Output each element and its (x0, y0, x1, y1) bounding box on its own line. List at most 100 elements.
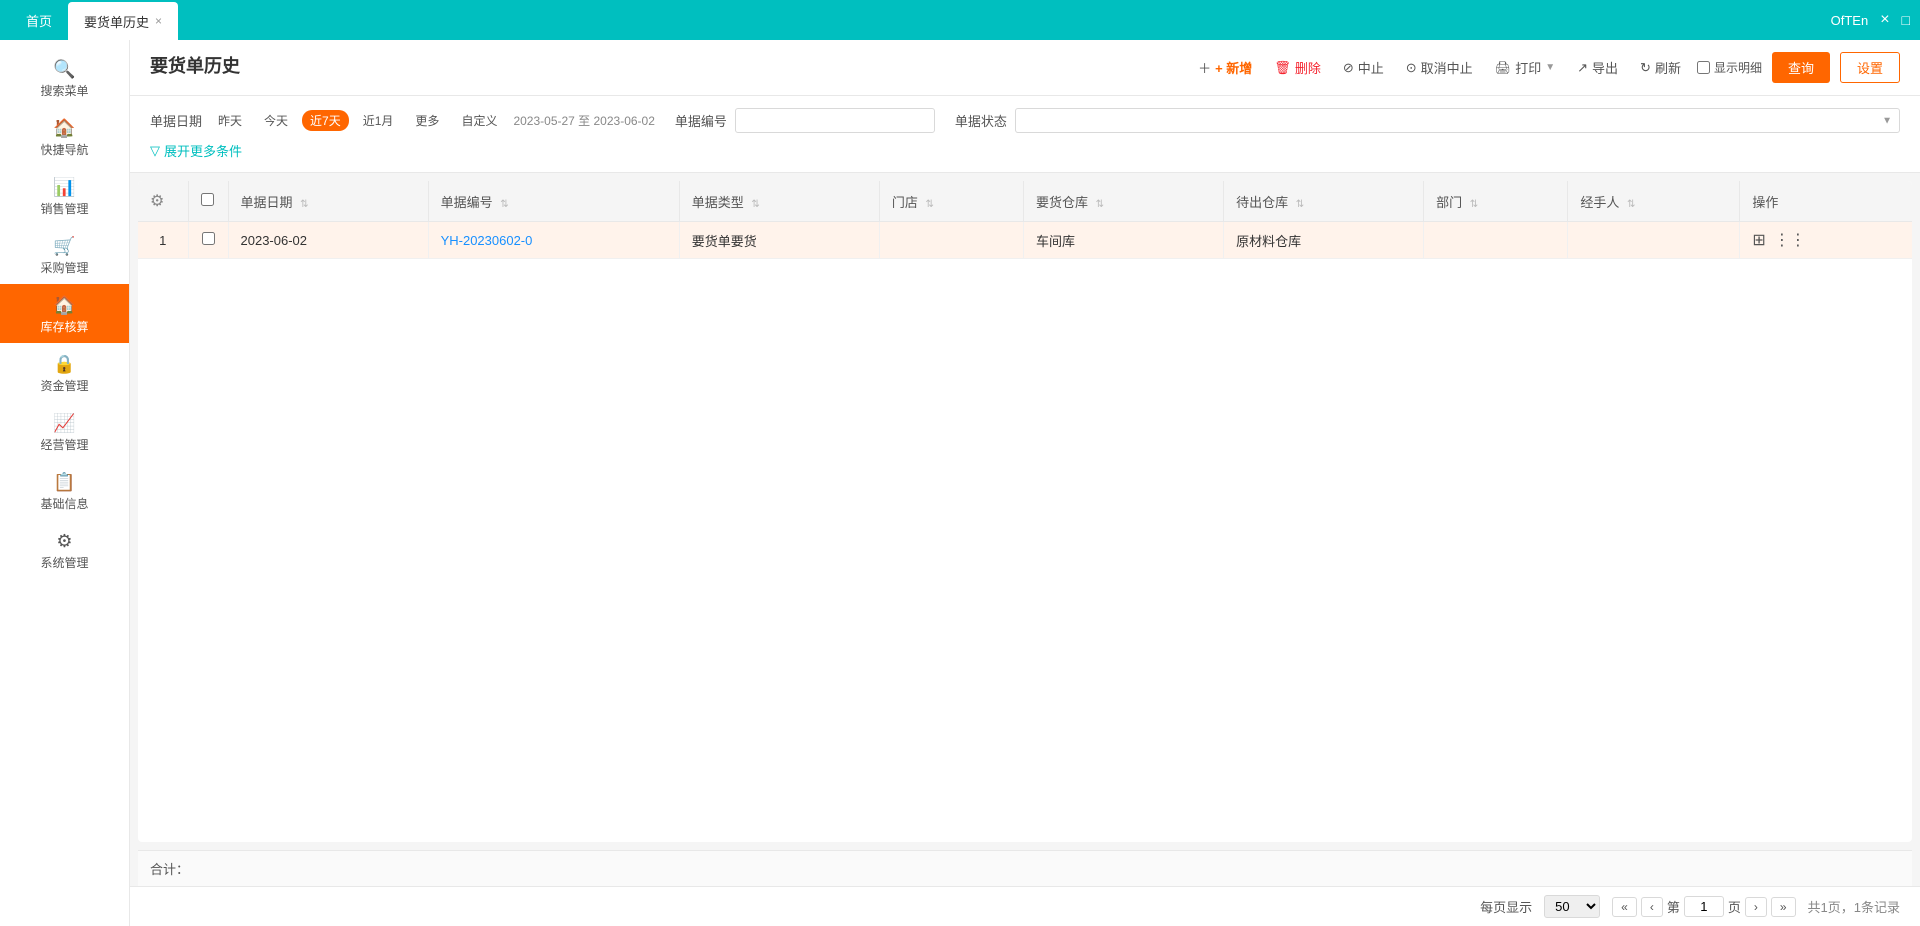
stop-icon: ⊘ (1343, 60, 1354, 76)
table-header-row: ⚙ 单据日期 ⇅ 单据编号 ⇅ (138, 181, 1912, 222)
sidebar-item-basic[interactable]: 📋 基础信息 (0, 461, 129, 520)
sidebar-item-operation[interactable]: 📈 经营管理 (0, 402, 129, 461)
row-checkbox[interactable] (202, 232, 215, 245)
date-btn-today[interactable]: 今天 (256, 110, 296, 131)
page-size-select[interactable]: 10 20 50 100 (1544, 895, 1600, 918)
summary-label: 合计： (150, 859, 189, 878)
cell-checkbox[interactable] (188, 222, 228, 259)
th-doc-date[interactable]: 单据日期 ⇅ (228, 181, 428, 222)
print-dropdown-icon: ▼ (1545, 62, 1555, 73)
th-department[interactable]: 部门 ⇅ (1424, 181, 1568, 222)
next-page-btn[interactable]: › (1745, 897, 1767, 917)
display-detail-input[interactable] (1697, 61, 1710, 74)
sort-icon-store: ⇅ (925, 199, 933, 210)
doc-no-link[interactable]: YH-20230602-0 (441, 233, 533, 248)
cell-store (879, 222, 1023, 259)
prev-page-btn[interactable]: ‹ (1641, 897, 1663, 917)
sidebar-item-shortcut[interactable]: 🏠 快捷导航 (0, 107, 129, 166)
last-page-btn[interactable]: » (1771, 897, 1796, 917)
page-unit-label: 页 (1728, 897, 1741, 916)
status-filter: 单据状态 (955, 108, 1900, 133)
date-filter: 单据日期 昨天 今天 近7天 近1月 更多 自定义 2023-05-27 至 2… (150, 110, 655, 131)
edit-icon[interactable]: ⊞ (1752, 230, 1765, 250)
refresh-button[interactable]: ↻ 刷新 (1634, 54, 1687, 81)
export-icon: ↗ (1577, 60, 1588, 76)
page-nav: « ‹ 第 页 › » (1612, 896, 1795, 917)
cancel-stop-icon: ⊙ (1406, 60, 1417, 76)
print-button[interactable]: 🖨 打印 ▼ (1489, 54, 1561, 81)
sidebar-item-label: 系统管理 (40, 554, 88, 571)
date-btn-1month[interactable]: 近1月 (355, 110, 402, 131)
th-store[interactable]: 门店 ⇅ (879, 181, 1023, 222)
select-all-checkbox[interactable] (201, 193, 214, 206)
sidebar-item-system[interactable]: ⚙ 系统管理 (0, 520, 129, 579)
cell-index: 1 (138, 222, 188, 259)
main-content: 要货单历史 ＋ + 新增 🗑 删除 ⊘ 中止 ⊙ 取消中止 (130, 40, 1920, 926)
cell-req-warehouse: 车间库 (1024, 222, 1224, 259)
export-button[interactable]: ↗ 导出 (1571, 54, 1624, 81)
new-button[interactable]: ＋ + 新增 (1192, 54, 1258, 81)
home-tab[interactable]: 首页 (10, 0, 68, 40)
query-button[interactable]: 查询 (1772, 52, 1830, 83)
status-select[interactable] (1015, 108, 1900, 133)
page-title: 要货单历史 (150, 52, 240, 90)
th-doc-type[interactable]: 单据类型 ⇅ (679, 181, 879, 222)
settings-gear-icon[interactable]: ⚙ (150, 193, 164, 210)
table-area: ⚙ 单据日期 ⇅ 单据编号 ⇅ (138, 181, 1912, 842)
sidebar-item-sales[interactable]: 📊 销售管理 (0, 166, 129, 225)
cancel-stop-button[interactable]: ⊙ 取消中止 (1400, 54, 1479, 81)
th-req-warehouse[interactable]: 要货仓库 ⇅ (1024, 181, 1224, 222)
window-maximize-icon[interactable]: □ (1902, 12, 1910, 28)
page-number-input[interactable] (1684, 896, 1724, 917)
chevron-down-icon: ▽ (150, 143, 160, 159)
th-operation: 操作 (1740, 181, 1912, 222)
sidebar-item-label: 搜索菜单 (40, 82, 88, 99)
sort-icon-doctype: ⇅ (751, 199, 759, 210)
date-range-display: 2023-05-27 至 2023-06-02 (513, 112, 654, 129)
active-tab[interactable]: 要货单历史 × (68, 2, 178, 40)
setting-button[interactable]: 设置 (1840, 52, 1900, 83)
print-icon: 🖨 (1495, 60, 1512, 76)
sort-icon-date: ⇅ (300, 199, 308, 210)
th-doc-no[interactable]: 单据编号 ⇅ (428, 181, 679, 222)
pagination-bar: 每页显示 10 20 50 100 « ‹ 第 页 › » 共1页，1条记录 (130, 886, 1920, 926)
page-label: 第 (1667, 897, 1680, 916)
sidebar-item-inventory[interactable]: 🏠 库存核算 (0, 284, 129, 343)
purchase-icon: 🛒 (53, 237, 75, 255)
stop-button[interactable]: ⊘ 中止 (1337, 54, 1390, 81)
date-btn-yesterday[interactable]: 昨天 (210, 110, 250, 131)
th-pending-warehouse[interactable]: 待出仓库 ⇅ (1224, 181, 1424, 222)
sidebar-item-label: 采购管理 (40, 259, 88, 276)
refresh-icon: ↻ (1640, 60, 1651, 76)
date-btn-custom[interactable]: 自定义 (453, 110, 505, 131)
top-bar: 首页 要货单历史 × OfTEn × □ (0, 0, 1920, 40)
date-btn-7days[interactable]: 近7天 (302, 110, 349, 131)
th-handler[interactable]: 经手人 ⇅ (1568, 181, 1740, 222)
table-footer: 合计： (138, 850, 1912, 886)
docno-input[interactable] (735, 108, 935, 133)
first-page-btn[interactable]: « (1612, 897, 1637, 917)
main-layout: 🔍 搜索菜单 🏠 快捷导航 📊 销售管理 🛒 采购管理 🏠 库存核算 🔒 资金管… (0, 40, 1920, 926)
top-bar-right: OfTEn × □ (1831, 11, 1910, 29)
new-icon: ＋ (1198, 58, 1211, 77)
page-header: 要货单历史 ＋ + 新增 🗑 删除 ⊘ 中止 ⊙ 取消中止 (130, 40, 1920, 96)
more-icon[interactable]: ⋮⋮ (1774, 230, 1806, 250)
sidebar-item-purchase[interactable]: 🛒 采购管理 (0, 225, 129, 284)
delete-button[interactable]: 🗑 删除 (1268, 54, 1327, 81)
th-checkbox[interactable] (188, 181, 228, 222)
th-settings[interactable]: ⚙ (138, 181, 188, 222)
sidebar-item-search[interactable]: 🔍 搜索菜单 (0, 48, 129, 107)
close-tab-icon[interactable]: × (155, 14, 162, 28)
toolbar: ＋ + 新增 🗑 删除 ⊘ 中止 ⊙ 取消中止 🖨 打印 (1192, 52, 1900, 95)
cell-operation: ⊞ ⋮⋮ (1740, 222, 1912, 259)
date-btn-more[interactable]: 更多 (407, 110, 447, 131)
window-close-icon[interactable]: × (1880, 11, 1889, 29)
display-detail-checkbox[interactable]: 显示明细 (1697, 59, 1762, 76)
page-size-label: 每页显示 (1480, 897, 1532, 916)
docno-filter: 单据编号 (675, 108, 935, 133)
search-menu-icon: 🔍 (53, 60, 75, 78)
expand-filter-btn[interactable]: ▽ 展开更多条件 (150, 141, 1900, 160)
delete-icon: 🗑 (1274, 60, 1291, 76)
cell-doc-type: 要货单要货 (679, 222, 879, 259)
sidebar-item-finance[interactable]: 🔒 资金管理 (0, 343, 129, 402)
